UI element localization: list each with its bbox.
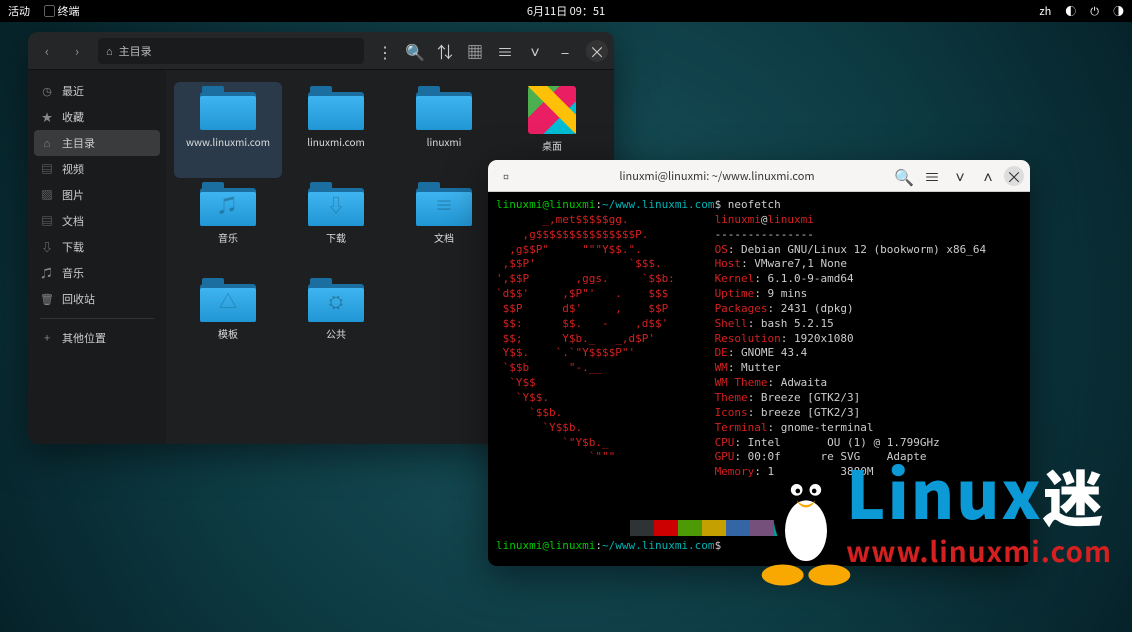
sidebar-item-3[interactable]: ▤ 视频 bbox=[28, 156, 166, 182]
sidebar-icon: ◷ bbox=[40, 83, 54, 99]
terminal-body[interactable]: linuxmi@linuxmi:~/www.linuxmi.com$ neofe… bbox=[488, 192, 1030, 566]
sort-icon[interactable]: ⇅ bbox=[432, 38, 458, 64]
sidebar-icon: ▧ bbox=[40, 187, 54, 203]
color-swatch bbox=[678, 520, 702, 536]
file-label: linuxmi bbox=[427, 134, 462, 149]
power-icon[interactable]: ⏻ bbox=[1090, 3, 1099, 19]
sidebar-icon: ⇩ bbox=[40, 239, 54, 255]
color-swatch bbox=[654, 520, 678, 536]
close-icon[interactable]: × bbox=[1004, 166, 1024, 186]
file-item-8[interactable]: △ 模板 bbox=[174, 274, 282, 370]
file-item-4[interactable]: ♫ 音乐 bbox=[174, 178, 282, 274]
file-item-9[interactable]: ⛭ 公共 bbox=[282, 274, 390, 370]
file-label: linuxmi.com bbox=[307, 134, 365, 149]
folder-icon bbox=[308, 86, 364, 130]
sidebar-item-label: 下载 bbox=[62, 239, 84, 255]
sidebar-item-8[interactable]: 🗑 回收站 bbox=[28, 286, 166, 312]
home-icon: ⌂ bbox=[106, 43, 113, 59]
color-palette bbox=[630, 520, 822, 536]
activities-button[interactable]: 活动 bbox=[8, 3, 30, 19]
sidebar-icon: 🗑 bbox=[40, 291, 54, 307]
view-icon[interactable]: ▦ bbox=[462, 38, 488, 64]
folder-icon: ⇩ bbox=[308, 182, 364, 226]
sidebar-item-7[interactable]: ♫ 音乐 bbox=[28, 260, 166, 286]
sidebar-item-label: 图片 bbox=[62, 187, 84, 203]
sidebar-item-label: 最近 bbox=[62, 83, 84, 99]
back-button[interactable]: ‹ bbox=[34, 38, 60, 64]
sidebar-item-label: 视频 bbox=[62, 161, 84, 177]
active-app-indicator[interactable]: ▢ 终端 bbox=[44, 3, 79, 19]
file-item-0[interactable]: www.linuxmi.com bbox=[174, 82, 282, 178]
sidebar-item-5[interactable]: ▤ 文档 bbox=[28, 208, 166, 234]
new-tab-icon[interactable]: ▫ bbox=[494, 164, 518, 188]
terminal-header: ▫ linuxmi@linuxmi: ~/www.linuxmi.com 🔍 ≡… bbox=[488, 160, 1030, 192]
sidebar-icon: ★ bbox=[40, 109, 54, 125]
file-label: 桌面 bbox=[542, 138, 562, 153]
clock[interactable]: 6月11日 09：51 bbox=[527, 3, 605, 19]
terminal-title: linuxmi@linuxmi: ~/www.linuxmi.com bbox=[546, 168, 888, 184]
folder-icon: ⛭ bbox=[308, 278, 364, 322]
file-manager-header: ‹ › ⌂ 主目录 ⋮ 🔍 ⇅ ▦ ≡ ˅ – × bbox=[28, 32, 614, 70]
chevron-down-icon[interactable]: ˅ bbox=[948, 164, 972, 188]
color-swatch bbox=[774, 520, 798, 536]
chevron-down-icon[interactable]: ˅ bbox=[522, 38, 548, 64]
sidebar-item-label: 其他位置 bbox=[62, 330, 106, 346]
file-item-6[interactable]: ≡ 文档 bbox=[390, 178, 498, 274]
app-icon bbox=[528, 86, 576, 134]
folder-icon bbox=[200, 86, 256, 130]
sidebar-item-0[interactable]: ◷ 最近 bbox=[28, 78, 166, 104]
topbar: 活动 ▢ 终端 6月11日 09：51 zh ◐ ⏻ ◑ bbox=[0, 0, 1132, 22]
sidebar-item-label: 收藏 bbox=[62, 109, 84, 125]
file-label: 模板 bbox=[218, 326, 238, 341]
sidebar-item-label: 回收站 bbox=[62, 291, 95, 307]
system-menu-icon[interactable]: ◑ bbox=[1113, 3, 1124, 19]
sidebar: ◷ 最近 ★ 收藏 ⌂ 主目录 ▤ 视频 ▧ 图片 ▤ 文档 ⇩ 下载 ♫ 音乐 🗑 回收站 + 其他位置 bbox=[28, 70, 166, 444]
file-label: 文档 bbox=[434, 230, 454, 245]
file-item-5[interactable]: ⇩ 下载 bbox=[282, 178, 390, 274]
sidebar-item-4[interactable]: ▧ 图片 bbox=[28, 182, 166, 208]
sidebar-item-2[interactable]: ⌂ 主目录 bbox=[34, 130, 160, 156]
file-label: www.linuxmi.com bbox=[186, 134, 270, 149]
path-more-button[interactable]: ⋮ bbox=[372, 38, 398, 64]
terminal-window: ▫ linuxmi@linuxmi: ~/www.linuxmi.com 🔍 ≡… bbox=[488, 160, 1030, 566]
color-swatch bbox=[702, 520, 726, 536]
sidebar-icon: ⌂ bbox=[40, 135, 54, 151]
status-icon[interactable]: ◐ bbox=[1065, 3, 1076, 19]
menu-icon[interactable]: ≡ bbox=[492, 38, 518, 64]
path-label: 主目录 bbox=[119, 43, 152, 59]
sidebar-item-label: 音乐 bbox=[62, 265, 84, 281]
color-swatch bbox=[798, 520, 822, 536]
chevron-up-icon[interactable]: ˄ bbox=[976, 164, 1000, 188]
forward-button[interactable]: › bbox=[64, 38, 90, 64]
plus-icon: + bbox=[40, 330, 54, 346]
menu-icon[interactable]: ≡ bbox=[920, 164, 944, 188]
sidebar-item-6[interactable]: ⇩ 下载 bbox=[28, 234, 166, 260]
file-label: 音乐 bbox=[218, 230, 238, 245]
logo-cn: 迷 bbox=[1043, 452, 1105, 539]
color-swatch bbox=[630, 520, 654, 536]
folder-icon: ♫ bbox=[200, 182, 256, 226]
close-icon[interactable]: × bbox=[586, 40, 608, 62]
search-icon[interactable]: 🔍 bbox=[402, 38, 428, 64]
color-swatch bbox=[750, 520, 774, 536]
file-item-1[interactable]: linuxmi.com bbox=[282, 82, 390, 178]
color-swatch bbox=[726, 520, 750, 536]
sidebar-item-label: 主目录 bbox=[62, 135, 95, 151]
input-method-indicator[interactable]: zh bbox=[1039, 3, 1051, 19]
folder-icon: ≡ bbox=[416, 182, 472, 226]
sidebar-item-other[interactable]: + 其他位置 bbox=[28, 325, 166, 351]
sidebar-icon: ▤ bbox=[40, 213, 54, 229]
sidebar-icon: ▤ bbox=[40, 161, 54, 177]
search-icon[interactable]: 🔍 bbox=[892, 164, 916, 188]
file-label: 下载 bbox=[326, 230, 346, 245]
sidebar-icon: ♫ bbox=[40, 265, 54, 281]
minimize-icon[interactable]: – bbox=[552, 38, 578, 64]
sidebar-item-1[interactable]: ★ 收藏 bbox=[28, 104, 166, 130]
file-item-2[interactable]: linuxmi bbox=[390, 82, 498, 178]
folder-icon bbox=[416, 86, 472, 130]
path-bar[interactable]: ⌂ 主目录 bbox=[98, 38, 364, 64]
folder-icon: △ bbox=[200, 278, 256, 322]
file-label: 公共 bbox=[326, 326, 346, 341]
sidebar-item-label: 文档 bbox=[62, 213, 84, 229]
